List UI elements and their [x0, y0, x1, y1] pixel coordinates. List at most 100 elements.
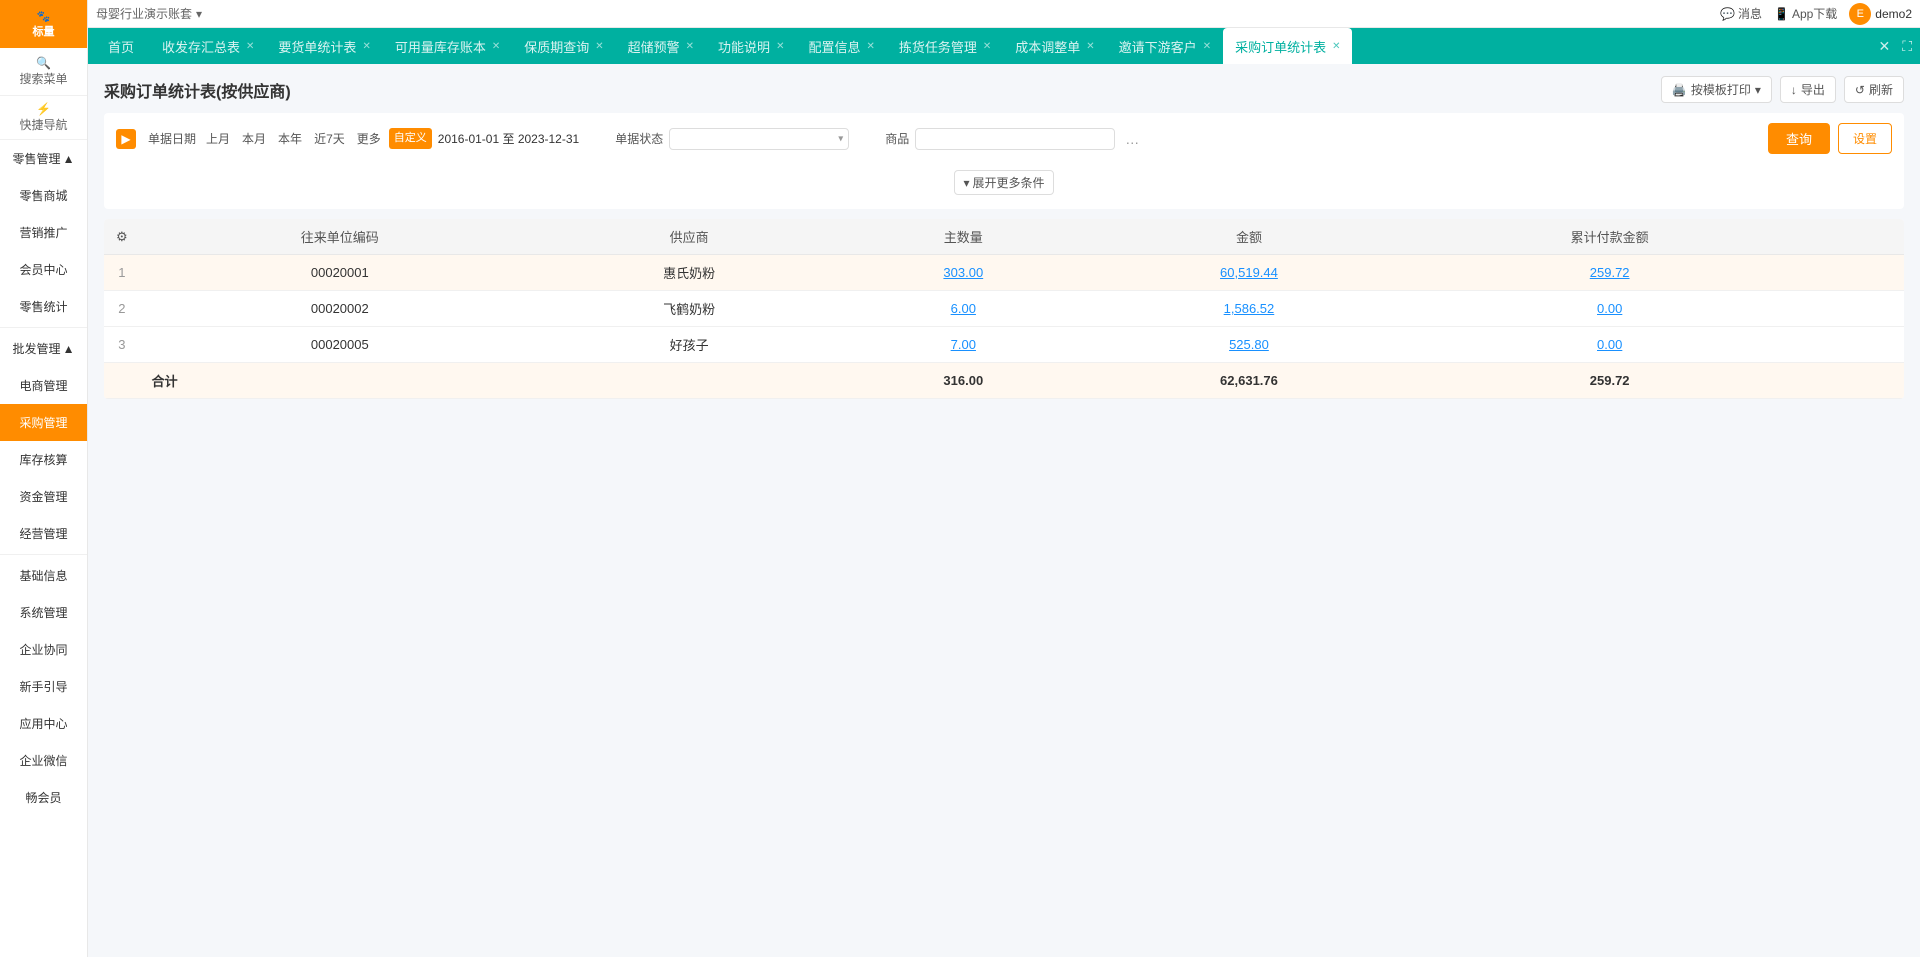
tab-invite[interactable]: 邀请下游客户 ✕	[1107, 28, 1223, 64]
sidebar-item-ecommerce[interactable]: 电商管理	[0, 367, 87, 404]
tab-close-overstock[interactable]: ✕	[686, 41, 694, 52]
date-shortcuts: 上月 本月 本年 近7天 更多 自定义	[202, 128, 432, 149]
row-amount[interactable]: 1,586.52	[1088, 291, 1409, 327]
tab-maximize-button[interactable]: ⛶	[1898, 38, 1916, 55]
custom-date-badge[interactable]: 自定义	[389, 128, 432, 149]
sidebar-item-base[interactable]: 基础信息	[0, 557, 87, 594]
row-paid[interactable]: 0.00	[1410, 291, 1810, 327]
row-quantity[interactable]: 7.00	[838, 327, 1088, 363]
print-button[interactable]: 🖨️ 按模板打印 ▾	[1661, 76, 1772, 103]
expand-more-button[interactable]: ▾ 展开更多条件	[954, 170, 1053, 195]
tab-collect-label: 收发存汇总表	[162, 37, 240, 56]
tab-expiry[interactable]: 保质期查询 ✕	[512, 28, 615, 64]
sidebar-item-marketing[interactable]: 营销推广	[0, 214, 87, 251]
tab-usable-inventory[interactable]: 可用量库存账本 ✕	[383, 28, 512, 64]
shortcut-more[interactable]: 更多	[353, 128, 385, 149]
sidebar-item-inventory[interactable]: 库存核算	[0, 441, 87, 478]
table-row[interactable]: 3 00020005 好孩子 7.00 525.80 0.00	[104, 327, 1904, 363]
sidebar-item-guide[interactable]: 新手引导	[0, 668, 87, 705]
table-footer: 合计 316.00 62,631.76 259.72	[104, 363, 1904, 399]
query-button[interactable]: 查询	[1768, 123, 1830, 154]
page-header: 采购订单统计表(按供应商) 🖨️ 按模板打印 ▾ ↓ 导出 ↺ 刷新	[104, 76, 1904, 103]
message-icon: 💬	[1720, 7, 1735, 21]
main-content: 母婴行业演示账套 ▾ 💬 消息 📱 App下载 E demo2 首页 收发存汇总…	[88, 0, 1920, 957]
sidebar-item-vip[interactable]: 畅会员	[0, 779, 87, 816]
tab-usable-label: 可用量库存账本	[395, 37, 486, 56]
row-quantity[interactable]: 6.00	[838, 291, 1088, 327]
sidebar-item-retail[interactable]: 零售管理 ▲	[0, 140, 87, 177]
tab-overstock-label: 超储预警	[628, 37, 680, 56]
footer-paid: 259.72	[1410, 363, 1810, 399]
sidebar-item-retail-mall[interactable]: 零售商城	[0, 177, 87, 214]
user-menu[interactable]: E demo2	[1849, 3, 1912, 25]
filter-status-item: 单据状态	[615, 128, 849, 150]
row-amount[interactable]: 525.80	[1088, 327, 1409, 363]
sidebar-item-app-center[interactable]: 应用中心	[0, 705, 87, 742]
tab-home[interactable]: 首页	[92, 28, 150, 64]
logo-text: 标量	[33, 23, 55, 39]
sidebar-item-wholesale[interactable]: 批发管理 ▲	[0, 330, 87, 367]
tab-collect-summary[interactable]: 收发存汇总表 ✕	[150, 28, 266, 64]
tab-close-invite[interactable]: ✕	[1203, 41, 1211, 52]
data-table-container: ⚙ 往来单位编码 供应商 主数量 金额 累计付款金额 1 00020001 惠氏…	[104, 219, 1904, 399]
messages-button[interactable]: 💬 消息	[1720, 5, 1762, 22]
row-paid[interactable]: 259.72	[1410, 255, 1810, 291]
app-download-button[interactable]: 📱 App下载	[1774, 5, 1837, 22]
retail-stat-label: 零售统计	[19, 298, 67, 315]
row-code: 00020002	[140, 291, 540, 327]
tab-close-config[interactable]: ✕	[866, 41, 874, 52]
th-settings[interactable]: ⚙	[104, 219, 140, 255]
sidebar-item-enterprise[interactable]: 企业协同	[0, 631, 87, 668]
tab-close-cost[interactable]: ✕	[1086, 41, 1094, 52]
sidebar-item-retail-stat[interactable]: 零售统计	[0, 288, 87, 325]
tab-overstock[interactable]: 超储预警 ✕	[616, 28, 706, 64]
tab-purchase-stat[interactable]: 采购订单统计表 ✕	[1223, 28, 1352, 64]
row-paid[interactable]: 0.00	[1410, 327, 1810, 363]
row-quantity[interactable]: 303.00	[838, 255, 1088, 291]
shortcut-last-month[interactable]: 上月	[202, 128, 234, 149]
tab-close-usable[interactable]: ✕	[492, 41, 500, 52]
page-content: 采购订单统计表(按供应商) 🖨️ 按模板打印 ▾ ↓ 导出 ↺ 刷新	[88, 64, 1920, 957]
sidebar-item-purchase[interactable]: 采购管理	[0, 404, 87, 441]
tab-cost[interactable]: 成本调整单 ✕	[1003, 28, 1106, 64]
goods-input[interactable]	[915, 128, 1115, 150]
tab-close-order[interactable]: ✕	[362, 41, 370, 52]
shortcut-7days[interactable]: 近7天	[310, 128, 349, 149]
sidebar-search-label: 搜索菜单	[6, 70, 81, 87]
row-supplier: 飞鹤奶粉	[540, 291, 838, 327]
tab-order-summary[interactable]: 要货单统计表 ✕	[266, 28, 382, 64]
topbar-actions: 💬 消息 📱 App下载 E demo2	[1720, 3, 1912, 25]
sidebar-item-system[interactable]: 系统管理	[0, 594, 87, 631]
shortcut-this-month[interactable]: 本月	[238, 128, 270, 149]
filter-toggle-button[interactable]: ▶	[116, 129, 136, 149]
refresh-button[interactable]: ↺ 刷新	[1844, 76, 1904, 103]
tab-close-expiry[interactable]: ✕	[595, 41, 603, 52]
sidebar-item-operations[interactable]: 经营管理	[0, 515, 87, 552]
tab-close-purchase-stat[interactable]: ✕	[1332, 41, 1340, 52]
sidebar-item-search[interactable]: 🔍 搜索菜单	[0, 48, 87, 96]
row-amount[interactable]: 60,519.44	[1088, 255, 1409, 291]
workspace-selector[interactable]: 母婴行业演示账套 ▾	[96, 5, 1720, 22]
tab-config[interactable]: 配置信息 ✕	[796, 28, 886, 64]
app-label: App下载	[1792, 5, 1837, 22]
tab-picking[interactable]: 拣货任务管理 ✕	[887, 28, 1003, 64]
sidebar-item-quicknav[interactable]: ⚡ 快捷导航	[0, 96, 87, 140]
tab-close-collect[interactable]: ✕	[246, 41, 254, 52]
sidebar-item-member[interactable]: 会员中心	[0, 251, 87, 288]
table-row[interactable]: 1 00020001 惠氏奶粉 303.00 60,519.44 259.72	[104, 255, 1904, 291]
settings-button[interactable]: 设置	[1838, 123, 1892, 154]
shortcut-this-year[interactable]: 本年	[274, 128, 306, 149]
tab-close-all-button[interactable]: ✕	[1874, 38, 1894, 55]
tab-close-function[interactable]: ✕	[776, 41, 784, 52]
sidebar-item-wechat[interactable]: 企业微信	[0, 742, 87, 779]
export-button[interactable]: ↓ 导出	[1780, 76, 1836, 103]
tab-function[interactable]: 功能说明 ✕	[706, 28, 796, 64]
table-row[interactable]: 2 00020002 飞鹤奶粉 6.00 1,586.52 0.00	[104, 291, 1904, 327]
sidebar-item-finance[interactable]: 资金管理	[0, 478, 87, 515]
status-select[interactable]	[669, 128, 849, 150]
footer-spacer-3	[1810, 363, 1904, 399]
footer-amount: 62,631.76	[1088, 363, 1409, 399]
th-supplier: 供应商	[540, 219, 838, 255]
tab-close-picking[interactable]: ✕	[983, 41, 991, 52]
goods-more-icon[interactable]: …	[1121, 131, 1143, 147]
